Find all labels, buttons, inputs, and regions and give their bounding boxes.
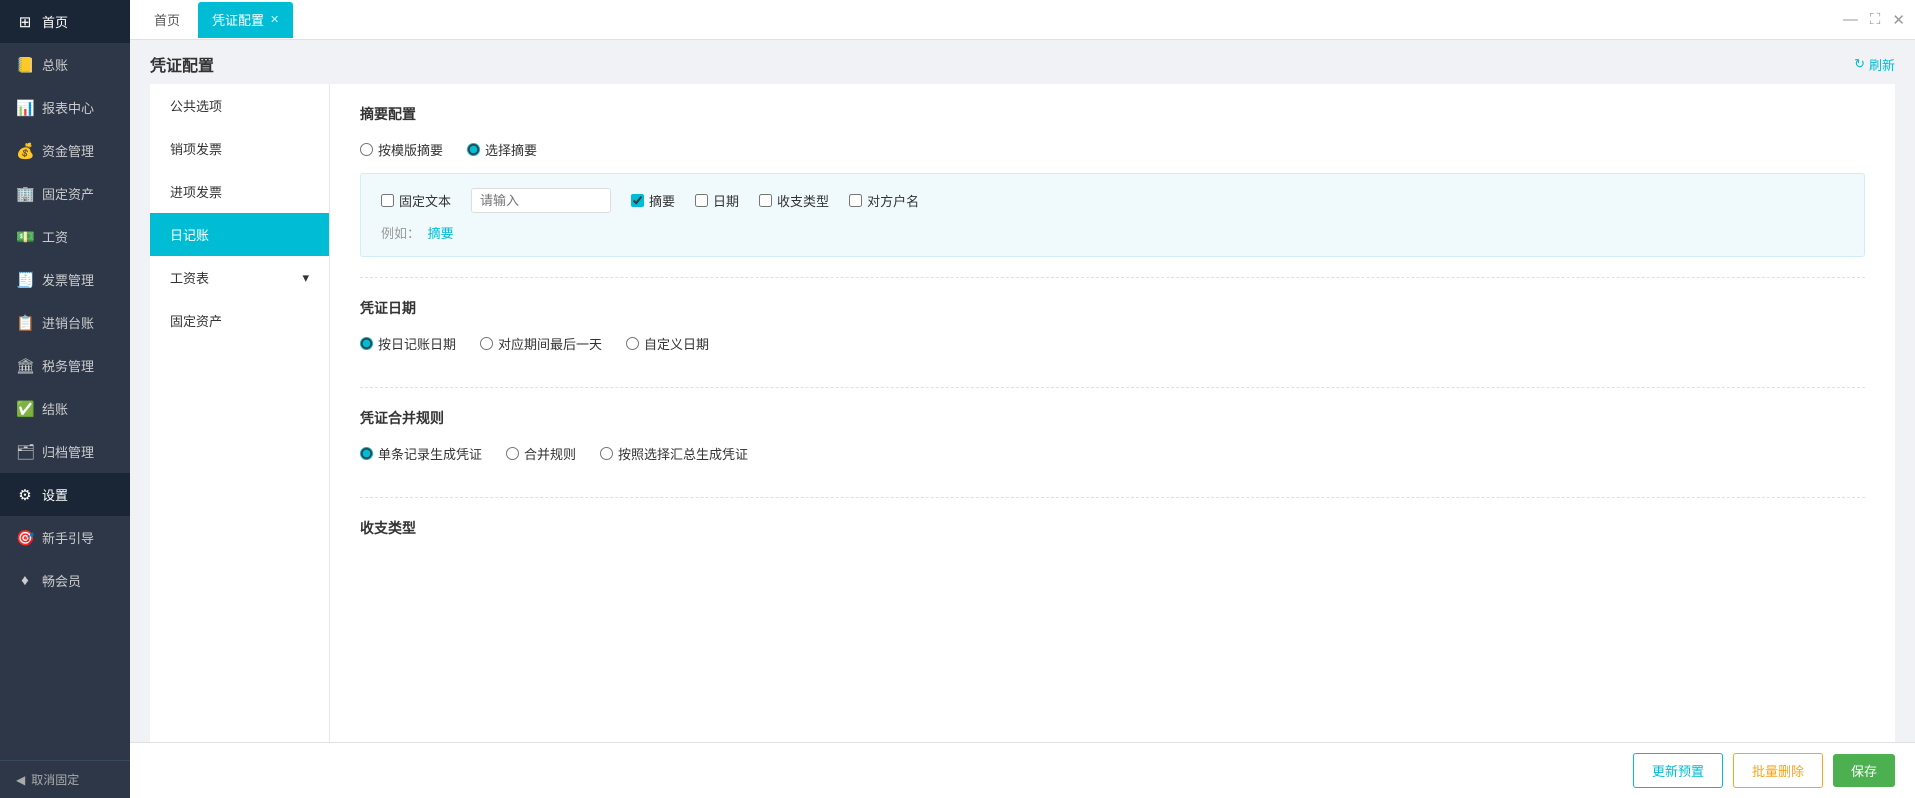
checkbox-date[interactable]: 日期 (695, 191, 739, 210)
radio-merge-rule[interactable]: 合并规则 (506, 444, 576, 463)
nav-item-public[interactable]: 公共选项 (150, 84, 329, 127)
sidebar-item-archive[interactable]: 🗂 归档管理 (0, 430, 130, 473)
funds-icon: 💰 (16, 142, 34, 160)
save-button[interactable]: 保存 (1833, 754, 1895, 787)
body-flex: 公共选项 销项发票 进项发票 日记账 工资表 ▾ 固定资产 (130, 84, 1915, 742)
tab-home[interactable]: 首页 (140, 2, 194, 38)
sidebar-item-home[interactable]: ⊞ 首页 (0, 0, 130, 43)
checkbox-summary[interactable]: 摘要 (631, 191, 675, 210)
sidebar-item-settings[interactable]: ⚙ 设置 (0, 473, 130, 516)
radio-select-summary[interactable]: 选择摘要 (467, 140, 537, 159)
sidebar-item-salary[interactable]: 💵 工资 (0, 215, 130, 258)
merge-section: 凭证合并规则 单条记录生成凭证 合并规则 按照选择汇总生成凭证 (360, 408, 1865, 498)
settings-icon: ⚙ (16, 486, 34, 504)
pin-icon: ◀ (16, 773, 25, 787)
fixed-text-input[interactable] (471, 188, 611, 213)
checkbox-counterpart-name[interactable]: 对方户名 (849, 191, 919, 210)
sidebar-item-tax[interactable]: 🏛 税务管理 (0, 344, 130, 387)
window-controls: — ⛶ ✕ (1843, 11, 1905, 29)
settle-icon: ✅ (16, 400, 34, 418)
content-area: 凭证配置 ↻ 刷新 公共选项 销项发票 进项发票 日记账 (130, 40, 1915, 798)
sidebar-item-guide[interactable]: 🎯 新手引导 (0, 516, 130, 559)
home-icon: ⊞ (16, 13, 34, 31)
main-area: 首页 凭证配置 ✕ — ⛶ ✕ 凭证配置 ↻ 刷新 公共选项 (130, 0, 1915, 798)
summary-preview: 例如： 摘要 (381, 223, 1844, 242)
sidebar-item-reports[interactable]: 📊 报表中心 (0, 86, 130, 129)
merge-radio-group: 单条记录生成凭证 合并规则 按照选择汇总生成凭证 (360, 444, 1865, 463)
sidebar-item-assets[interactable]: 🏢 固定资产 (0, 172, 130, 215)
invoice-icon: 🧾 (16, 271, 34, 289)
tab-close-icon[interactable]: ✕ (270, 13, 279, 26)
receipt-type-title: 收支类型 (360, 518, 1865, 538)
page-title: 凭证配置 (150, 52, 214, 76)
right-content: 摘要配置 按模版摘要 选择摘要 (330, 84, 1895, 742)
sidebar-item-settle[interactable]: ✅ 结账 (0, 387, 130, 430)
radio-journal-date[interactable]: 按日记账日期 (360, 334, 456, 353)
minimize-button[interactable]: — (1843, 11, 1858, 28)
ledger-icon: 📒 (16, 56, 34, 74)
sidebar-item-vip[interactable]: ♦ 畅会员 (0, 559, 130, 602)
tax-icon: 🏛 (16, 357, 34, 375)
vip-icon: ♦ (16, 572, 34, 589)
merge-title: 凭证合并规则 (360, 408, 1865, 428)
checkbox-receipt-type[interactable]: 收支类型 (759, 191, 829, 210)
nav-item-payroll[interactable]: 工资表 ▾ (150, 256, 329, 299)
reports-icon: 📊 (16, 99, 34, 117)
salary-icon: 💵 (16, 228, 34, 246)
update-preview-button[interactable]: 更新预置 (1633, 753, 1723, 788)
archive-icon: 🗂 (16, 443, 34, 461)
receipt-type-section: 收支类型 (360, 518, 1865, 574)
nav-item-purchase-invoice[interactable]: 进项发票 (150, 170, 329, 213)
summary-title: 摘要配置 (360, 104, 1865, 124)
sidebar-item-invoice[interactable]: 🧾 发票管理 (0, 258, 130, 301)
nav-item-fixed-assets[interactable]: 固定资产 (150, 299, 329, 342)
refresh-icon: ↻ (1854, 56, 1865, 72)
assets-icon: 🏢 (16, 185, 34, 203)
bottom-bar: 更新预置 批量删除 保存 (130, 742, 1915, 798)
close-button[interactable]: ✕ (1892, 11, 1905, 29)
nav-item-journal[interactable]: 日记账 (150, 213, 329, 256)
preview-text: 摘要 (428, 226, 454, 241)
nav-item-sales-invoice[interactable]: 销项发票 (150, 127, 329, 170)
date-title: 凭证日期 (360, 298, 1865, 318)
summary-section: 摘要配置 按模版摘要 选择摘要 (360, 104, 1865, 278)
sidebar-item-funds[interactable]: 💰 资金管理 (0, 129, 130, 172)
page-header: 凭证配置 ↻ 刷新 (130, 40, 1915, 84)
summary-checkbox-row: 固定文本 摘要 日期 (381, 188, 1844, 213)
sidebar: ⊞ 首页 📒 总账 📊 报表中心 💰 资金管理 🏢 固定资产 💵 工资 🧾 发票… (0, 0, 130, 798)
chevron-down-icon: ▾ (302, 270, 309, 286)
sidebar-item-ledger[interactable]: 📒 总账 (0, 43, 130, 86)
left-nav: 公共选项 销项发票 进项发票 日记账 工资表 ▾ 固定资产 (150, 84, 330, 742)
guide-icon: 🎯 (16, 529, 34, 547)
refresh-button[interactable]: ↻ 刷新 (1854, 55, 1895, 74)
date-section: 凭证日期 按日记账日期 对应期间最后一天 自定义日期 (360, 298, 1865, 388)
tab-voucher-config[interactable]: 凭证配置 ✕ (198, 2, 293, 38)
batch-delete-button[interactable]: 批量删除 (1733, 753, 1823, 788)
date-radio-group: 按日记账日期 对应期间最后一天 自定义日期 (360, 334, 1865, 353)
radio-last-day[interactable]: 对应期间最后一天 (480, 334, 602, 353)
checkbox-fixed-text[interactable]: 固定文本 (381, 191, 451, 210)
radio-custom-date[interactable]: 自定义日期 (626, 334, 709, 353)
radio-summary-generate[interactable]: 按照选择汇总生成凭证 (600, 444, 748, 463)
sidebar-item-trade[interactable]: 📋 进销台账 (0, 301, 130, 344)
maximize-button[interactable]: ⛶ (1870, 11, 1881, 28)
radio-template-summary[interactable]: 按模版摘要 (360, 140, 443, 159)
unpin-button[interactable]: ◀ 取消固定 (0, 760, 130, 798)
trade-icon: 📋 (16, 314, 34, 332)
summary-checkbox-area: 固定文本 摘要 日期 (360, 173, 1865, 257)
summary-radio-group: 按模版摘要 选择摘要 (360, 140, 1865, 159)
radio-single-record[interactable]: 单条记录生成凭证 (360, 444, 482, 463)
tab-bar: 首页 凭证配置 ✕ — ⛶ ✕ (130, 0, 1915, 40)
